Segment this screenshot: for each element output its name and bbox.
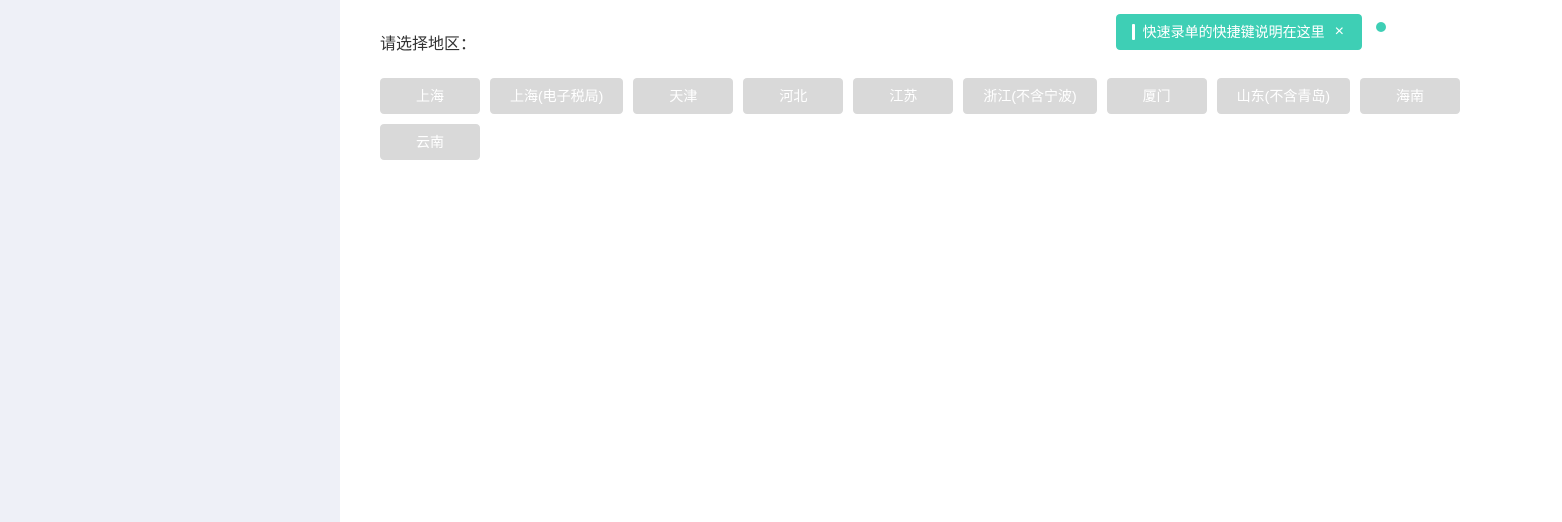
tooltip-left-bar (1132, 24, 1135, 40)
region-button-zhejiang[interactable]: 浙江(不含宁波) (963, 78, 1096, 114)
sidebar (0, 0, 340, 522)
region-buttons: 上海上海(电子税局) 天津河北江苏浙江(不含宁波) 厦门山东(不含青岛) 海南云南 (380, 78, 1522, 160)
region-button-hebei[interactable]: 河北 (743, 78, 843, 114)
tooltip-text: 快速录单的快捷键说明在这里 (1143, 22, 1325, 42)
region-button-tianjin[interactable]: 天津 (633, 78, 733, 114)
region-button-xiamen[interactable]: 厦门 (1107, 78, 1207, 114)
region-button-shanghai-etax[interactable]: 上海(电子税局) (490, 78, 623, 114)
tooltip-close-button[interactable]: × (1333, 24, 1346, 40)
region-button-shanghai[interactable]: 上海 (380, 78, 480, 114)
region-button-jiangsu[interactable]: 江苏 (853, 78, 953, 114)
tooltip-banner: 快速录单的快捷键说明在这里 × (1116, 14, 1362, 50)
tooltip-dot (1376, 22, 1386, 32)
region-button-shandong[interactable]: 山东(不含青岛) (1217, 78, 1350, 114)
region-button-yunnan[interactable]: 云南 (380, 124, 480, 160)
main-content: 请选择地区： 上海上海(电子税局)天津河北江苏浙江(不含宁波)厦门山东(不含青岛… (340, 0, 1562, 522)
region-button-hainan[interactable]: 海南 (1360, 78, 1460, 114)
